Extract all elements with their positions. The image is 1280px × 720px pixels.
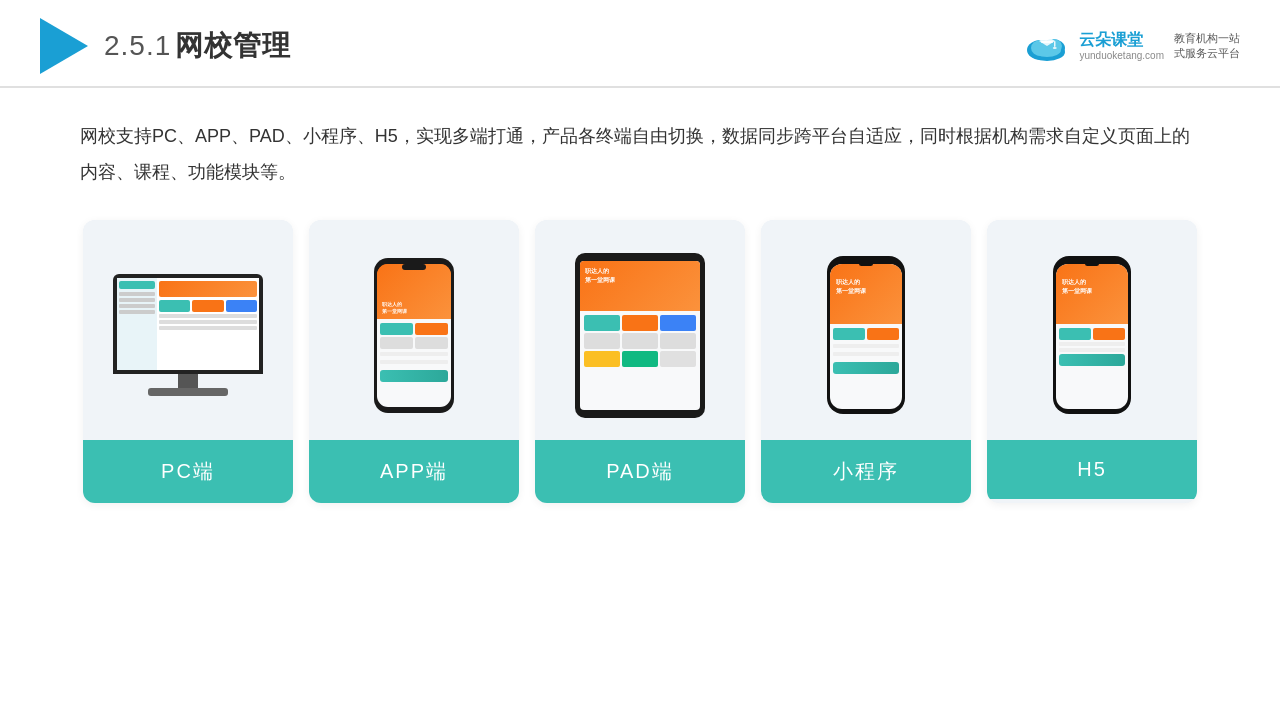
- card-label-app: APP端: [309, 440, 519, 503]
- h5-bar: [1059, 342, 1125, 346]
- pc-base: [148, 388, 228, 396]
- h5-phone-screen: 职达人的第一堂网课: [1056, 264, 1128, 409]
- card-label-h5: H5: [987, 440, 1197, 499]
- pc-screen-outer: [113, 274, 263, 374]
- cloud-icon: [1021, 28, 1073, 64]
- h5-block: [1093, 328, 1125, 340]
- header: 2.5.1网校管理 云朵课堂 yunduoketang.com: [0, 0, 1280, 88]
- tablet-block: [584, 315, 620, 331]
- tablet-screen-body: [580, 311, 700, 371]
- pc-neck: [178, 374, 198, 388]
- brand-domain: yunduoketang.com: [1079, 50, 1164, 62]
- card-app: 职达人的第一堂网课: [309, 220, 519, 503]
- h5-phone-body: [1056, 324, 1128, 370]
- mini-cta: [833, 362, 899, 374]
- brand-logo: 云朵课堂 yunduoketang.com: [1021, 28, 1164, 64]
- h5-cta: [1059, 354, 1125, 366]
- pc-mockup: [113, 274, 263, 396]
- body-content: 网校支持PC、APP、PAD、小程序、H5，实现多端打通，产品各终端自由切换，数…: [0, 88, 1280, 523]
- phone-top-text: 职达人的第一堂网课: [382, 301, 446, 315]
- tablet-block: [622, 333, 658, 349]
- mini-phone-mockup: 职达人的第一堂网课: [827, 256, 905, 414]
- tablet-block: [584, 351, 620, 367]
- card-miniprogram: 职达人的第一堂网课 小程序: [761, 220, 971, 503]
- mini-block: [833, 328, 865, 340]
- section-number: 2.5.1: [104, 30, 171, 61]
- phone-block: [380, 337, 413, 349]
- tablet-mockup: 职达人的第一堂网课: [575, 253, 705, 418]
- header-right: 云朵课堂 yunduoketang.com 教育机构一站式服务云平台: [1021, 28, 1240, 64]
- tablet-block: [660, 315, 696, 331]
- card-label-pad: PAD端: [535, 440, 745, 503]
- page-title: 2.5.1网校管理: [104, 27, 291, 65]
- card-pad: 职达人的第一堂网课: [535, 220, 745, 503]
- h5-phone-top: 职达人的第一堂网课: [1056, 264, 1128, 324]
- card-label-pc: PC端: [83, 440, 293, 503]
- mini-phone-top: 职达人的第一堂网课: [830, 264, 902, 324]
- mini-phone-cam: [859, 261, 873, 266]
- card-image-miniprogram: 职达人的第一堂网课: [761, 220, 971, 440]
- mini-phone-body: [830, 324, 902, 378]
- mini-bar: [833, 352, 899, 356]
- phone-mini-row-1: [380, 323, 448, 335]
- brand-text: 云朵课堂 yunduoketang.com: [1079, 30, 1164, 61]
- svg-point-9: [1053, 47, 1057, 49]
- header-left: 2.5.1网校管理: [40, 18, 291, 74]
- platform-cards-row: PC端 职达人的第一堂网课: [80, 220, 1200, 503]
- tablet-block: [660, 333, 696, 349]
- brand-slogan: 教育机构一站式服务云平台: [1174, 31, 1240, 62]
- phone-block: [415, 337, 448, 349]
- card-image-pad: 职达人的第一堂网课: [535, 220, 745, 440]
- phone-cta-bar: [380, 370, 448, 382]
- phone-block: [415, 323, 448, 335]
- mini-block: [867, 328, 899, 340]
- description-text: 网校支持PC、APP、PAD、小程序、H5，实现多端打通，产品各终端自由切换，数…: [80, 118, 1200, 190]
- tablet-screen: 职达人的第一堂网课: [580, 261, 700, 410]
- h5-phone-cam: [1085, 261, 1099, 266]
- card-image-pc: [83, 220, 293, 440]
- tablet-block: [660, 351, 696, 367]
- h5-block: [1059, 328, 1091, 340]
- phone-notch: [402, 264, 426, 270]
- tablet-block: [584, 333, 620, 349]
- phone-screen-body: [377, 319, 451, 386]
- brand-name: 云朵课堂: [1079, 30, 1143, 49]
- card-image-app: 职达人的第一堂网课: [309, 220, 519, 440]
- svg-rect-8: [1054, 41, 1056, 47]
- mini-bar: [833, 344, 899, 348]
- phone-screen-top: 职达人的第一堂网课: [377, 264, 451, 319]
- card-label-miniprogram: 小程序: [761, 440, 971, 503]
- phone-bar: [380, 360, 448, 364]
- app-phone-mockup: 职达人的第一堂网课: [374, 258, 454, 413]
- phone-block: [380, 323, 413, 335]
- pc-screen-content: [117, 278, 259, 370]
- phone-mini-row-2: [380, 337, 448, 349]
- h5-phone-mockup: 职达人的第一堂网课: [1053, 256, 1131, 414]
- tablet-block: [622, 351, 658, 367]
- card-pc: PC端: [83, 220, 293, 503]
- phone-bar: [380, 352, 448, 356]
- card-h5: 职达人的第一堂网课 H5: [987, 220, 1197, 503]
- tablet-screen-top: 职达人的第一堂网课: [580, 261, 700, 311]
- logo-triangle-icon: [40, 18, 88, 74]
- mini-phone-screen: 职达人的第一堂网课: [830, 264, 902, 409]
- card-image-h5: 职达人的第一堂网课: [987, 220, 1197, 440]
- h5-bar: [1059, 348, 1125, 352]
- tablet-block: [622, 315, 658, 331]
- app-phone-screen: 职达人的第一堂网课: [377, 264, 451, 407]
